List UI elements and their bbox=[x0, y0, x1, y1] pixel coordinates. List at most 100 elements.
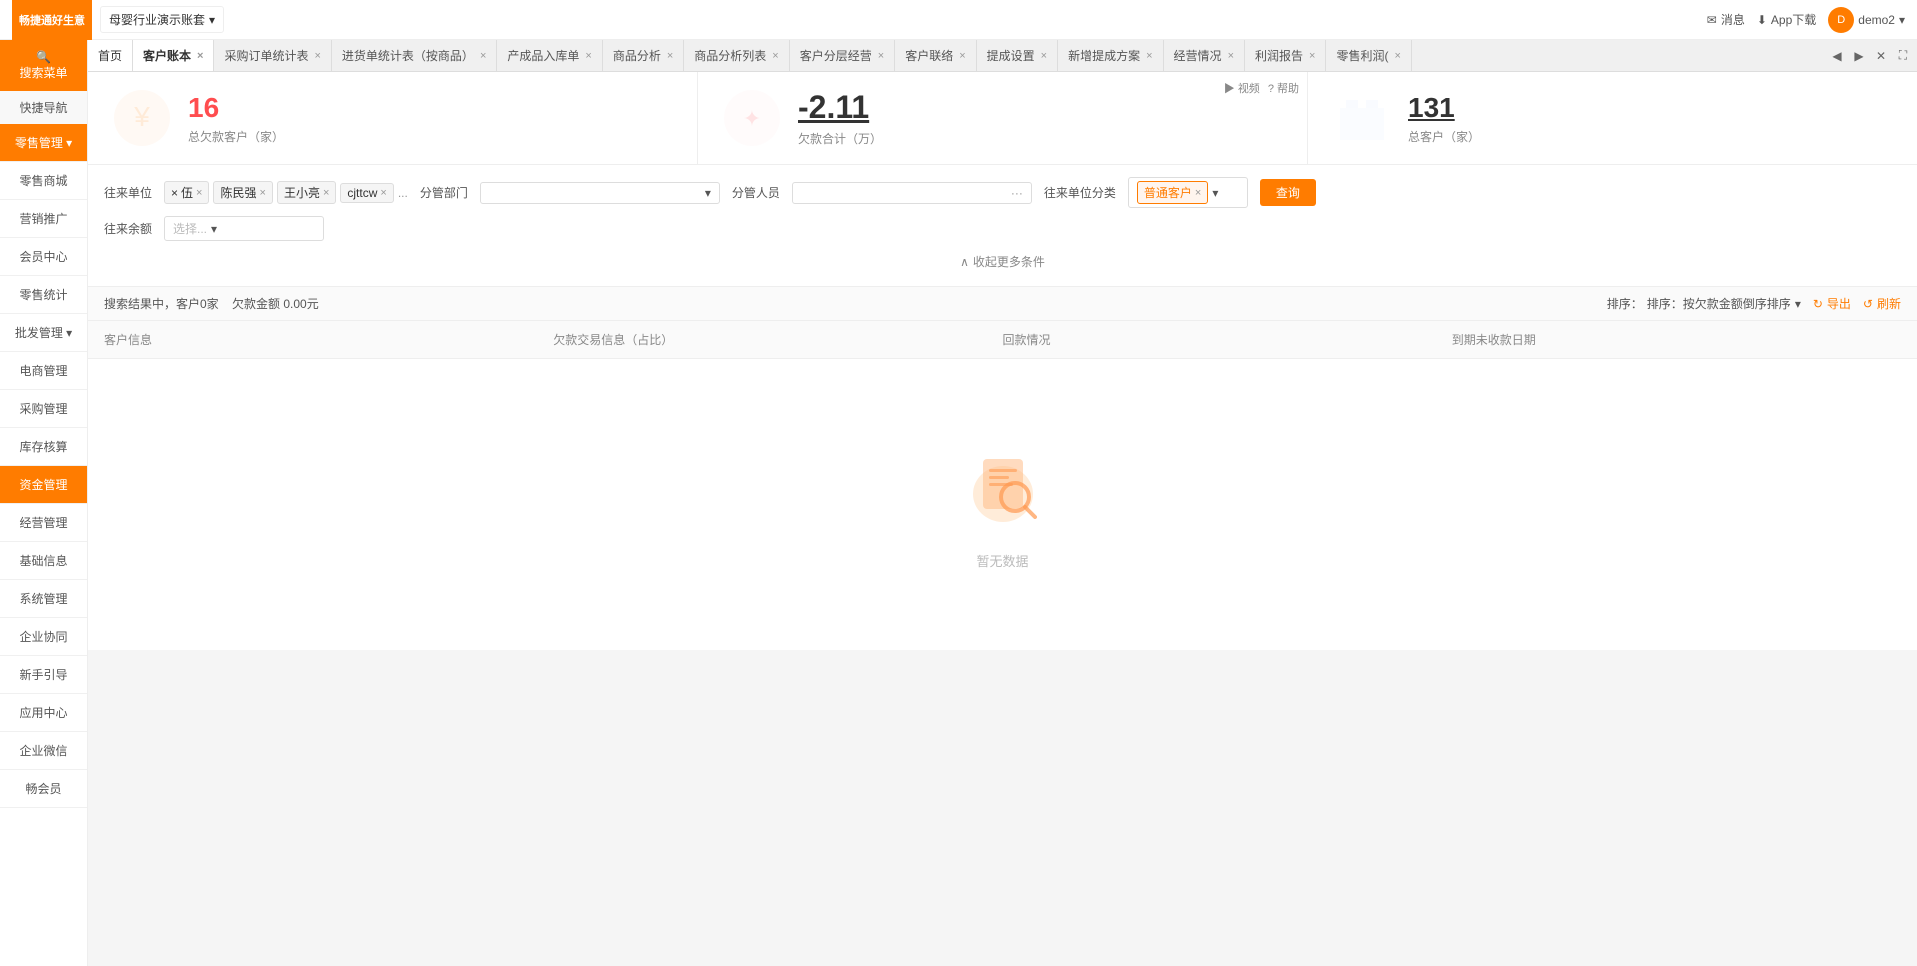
stat-card-customers: ¥ 16 总欠款客户（家） bbox=[88, 72, 698, 164]
col-overdue-date: 到期未收款日期 bbox=[1452, 331, 1901, 348]
play-icon: ▶ bbox=[1224, 83, 1235, 95]
sidebar-item-wechat-biz[interactable]: 企业微信 bbox=[0, 732, 87, 770]
tab-close-icon[interactable]: × bbox=[959, 50, 965, 62]
main-layout: 🔍 搜索菜单 快捷导航 零售管理 ▾ 零售商城 营销推广 会员中心 零售统计 批… bbox=[0, 40, 1917, 966]
tab-close-icon[interactable]: × bbox=[314, 50, 320, 62]
result-bar-actions: 排序： 排序：按欠款金额倒序排序 ▾ ↻ 导出 ↺ 刷新 bbox=[1607, 295, 1901, 312]
tab-prev-btn[interactable]: ◀ bbox=[1827, 46, 1847, 66]
sidebar-item-retail-mgmt[interactable]: 零售管理 ▾ bbox=[0, 124, 87, 162]
query-button[interactable]: 查询 bbox=[1260, 179, 1316, 206]
chevron-up-icon: ∧ bbox=[960, 255, 969, 269]
tab-profit-report[interactable]: 利润报告 × bbox=[1245, 40, 1326, 72]
remove-tag-wang[interactable]: × bbox=[323, 187, 329, 199]
sidebar-item-wholesale[interactable]: 批发管理 ▾ bbox=[0, 314, 87, 352]
tab-home[interactable]: 首页 bbox=[88, 40, 133, 72]
sidebar-item-member-center[interactable]: 会员中心 bbox=[0, 238, 87, 276]
content-area: 首页 客户账本 × 采购订单统计表 × 进货单统计表（按商品） × 产成品入库单… bbox=[88, 40, 1917, 966]
filter-tag-cjttcw: cjttcw × bbox=[340, 183, 393, 203]
tab-business-status[interactable]: 经营情况 × bbox=[1164, 40, 1245, 72]
workspace-selector[interactable]: 母婴行业演示账套 ▾ bbox=[100, 6, 224, 33]
sort-selector[interactable]: 排序： 排序：按欠款金额倒序排序 ▾ bbox=[1607, 295, 1801, 312]
customers-icon: ¥ bbox=[112, 88, 172, 148]
filter-person-select[interactable]: ··· bbox=[792, 182, 1032, 204]
filter-dept-select[interactable]: ▾ bbox=[480, 182, 720, 204]
tab-close-icon[interactable]: × bbox=[1228, 50, 1234, 62]
export-btn[interactable]: ↻ 导出 bbox=[1813, 295, 1851, 312]
tab-close-icon[interactable]: × bbox=[1309, 50, 1315, 62]
sidebar-item-new-guide[interactable]: 新手引导 bbox=[0, 656, 87, 694]
tab-close-icon[interactable]: × bbox=[772, 50, 778, 62]
tab-purchase-stats-by-product[interactable]: 进货单统计表（按商品） × bbox=[332, 40, 497, 72]
sidebar-item-basic-info[interactable]: 基础信息 bbox=[0, 542, 87, 580]
tab-new-push-plan[interactable]: 新增提成方案 × bbox=[1058, 40, 1163, 72]
help-btn[interactable]: ? 帮助 bbox=[1268, 80, 1299, 96]
tab-close-icon[interactable]: × bbox=[197, 50, 203, 62]
tab-next-btn[interactable]: ▶ bbox=[1849, 46, 1869, 66]
filter-tag-wang: 王小亮 × bbox=[277, 181, 336, 204]
top-bar-right: ✉ 消息 ⬇ App下载 D demo2 ▾ bbox=[1707, 7, 1905, 33]
message-btn[interactable]: ✉ 消息 bbox=[1707, 11, 1745, 28]
filter-row-1: 往来单位 × 伍 × 陈民强 × 王小亮 × bbox=[104, 177, 1901, 208]
download-icon: ⬇ bbox=[1757, 13, 1767, 27]
video-help-btn[interactable]: ▶ 视频 bbox=[1224, 80, 1260, 96]
tab-purchase-order-stats[interactable]: 采购订单统计表 × bbox=[214, 40, 331, 72]
empty-state: 暂无数据 bbox=[88, 359, 1917, 650]
tab-product-stock-in[interactable]: 产成品入库单 × bbox=[497, 40, 602, 72]
tab-customer-tier[interactable]: 客户分层经营 × bbox=[790, 40, 895, 72]
tab-close-icon[interactable]: × bbox=[585, 50, 591, 62]
sidebar-item-marketing[interactable]: 营销推广 bbox=[0, 200, 87, 238]
tab-close-icon[interactable]: × bbox=[1146, 50, 1152, 62]
remove-tag-cjttcw[interactable]: × bbox=[380, 187, 386, 199]
filter-tag-wu: × 伍 × bbox=[164, 181, 209, 204]
remove-normal-customer-tag[interactable]: × bbox=[1195, 187, 1201, 199]
tab-close-icon[interactable]: × bbox=[1394, 50, 1400, 62]
chevron-down-icon: ▾ bbox=[1212, 186, 1218, 200]
filter-row-2: 往来余额 选择... ▾ bbox=[104, 216, 1901, 241]
tab-product-analysis[interactable]: 商品分析 × bbox=[603, 40, 684, 72]
sidebar-item-vip[interactable]: 畅会员 bbox=[0, 770, 87, 808]
sidebar-item-retail-mall[interactable]: 零售商城 bbox=[0, 162, 87, 200]
filter-tag-normal-customer: 普通客户 × bbox=[1137, 181, 1208, 204]
user-menu[interactable]: D demo2 ▾ bbox=[1828, 7, 1905, 33]
filter-dept-label: 分管部门 bbox=[420, 184, 468, 201]
sidebar-item-app-center[interactable]: 应用中心 bbox=[0, 694, 87, 732]
sidebar-item-inventory[interactable]: 库存核算 bbox=[0, 428, 87, 466]
stat-label-customers: 总欠款客户（家） bbox=[188, 128, 284, 145]
tab-close-icon[interactable]: × bbox=[1041, 50, 1047, 62]
tab-close-all-btn[interactable]: ✕ bbox=[1871, 46, 1891, 66]
tab-retail-profit[interactable]: 零售利润( × bbox=[1326, 40, 1411, 72]
tab-customer-contact[interactable]: 客户联络 × bbox=[895, 40, 976, 72]
refresh-icon: ↺ bbox=[1863, 297, 1873, 311]
tab-customer-balance[interactable]: 客户账本 × bbox=[133, 40, 214, 72]
search-icon: 🔍 bbox=[0, 50, 87, 64]
tab-close-icon[interactable]: × bbox=[878, 50, 884, 62]
tab-expand-btn[interactable]: ⛶ bbox=[1893, 46, 1913, 66]
sidebar-item-enterprise[interactable]: 企业协同 bbox=[0, 618, 87, 656]
stat-value-customers: 16 bbox=[188, 92, 284, 124]
sidebar-item-purchase[interactable]: 采购管理 bbox=[0, 390, 87, 428]
chevron-down-icon: ▾ bbox=[705, 186, 711, 200]
tab-product-analysis-list[interactable]: 商品分析列表 × bbox=[684, 40, 789, 72]
tab-close-icon[interactable]: × bbox=[480, 50, 486, 62]
remove-tag-chen[interactable]: × bbox=[260, 187, 266, 199]
filter-unit-type-label: 往来单位分类 bbox=[1044, 184, 1116, 201]
sidebar-search[interactable]: 🔍 搜索菜单 bbox=[0, 40, 87, 91]
filter-unit-type-select[interactable]: 普通客户 × ▾ bbox=[1128, 177, 1248, 208]
remove-tag-wu[interactable]: × bbox=[196, 187, 202, 199]
tab-bar: 首页 客户账本 × 采购订单统计表 × 进货单统计表（按商品） × 产成品入库单… bbox=[88, 40, 1917, 72]
sidebar-quick-nav[interactable]: 快捷导航 bbox=[0, 91, 87, 124]
tab-close-icon[interactable]: × bbox=[667, 50, 673, 62]
tab-push-settings[interactable]: 提成设置 × bbox=[977, 40, 1058, 72]
filter-more-tags[interactable]: ... bbox=[398, 186, 408, 200]
collapse-filters-btn[interactable]: ∧ 收起更多条件 bbox=[104, 249, 1901, 274]
filter-area: 往来单位 × 伍 × 陈民强 × 王小亮 × bbox=[88, 165, 1917, 287]
sidebar-item-sys-mgmt[interactable]: 系统管理 bbox=[0, 580, 87, 618]
filter-balance-select[interactable]: 选择... ▾ bbox=[164, 216, 324, 241]
download-btn[interactable]: ⬇ App下载 bbox=[1757, 11, 1816, 28]
sidebar-item-operation[interactable]: 经营管理 bbox=[0, 504, 87, 542]
sidebar-item-ecommerce[interactable]: 电商管理 bbox=[0, 352, 87, 390]
sidebar-item-finance[interactable]: 资金管理 bbox=[0, 466, 87, 504]
filter-unit-tags: × 伍 × 陈民强 × 王小亮 × cjttcw bbox=[164, 181, 408, 204]
sidebar-item-retail-stats[interactable]: 零售统计 bbox=[0, 276, 87, 314]
refresh-btn[interactable]: ↺ 刷新 bbox=[1863, 295, 1901, 312]
